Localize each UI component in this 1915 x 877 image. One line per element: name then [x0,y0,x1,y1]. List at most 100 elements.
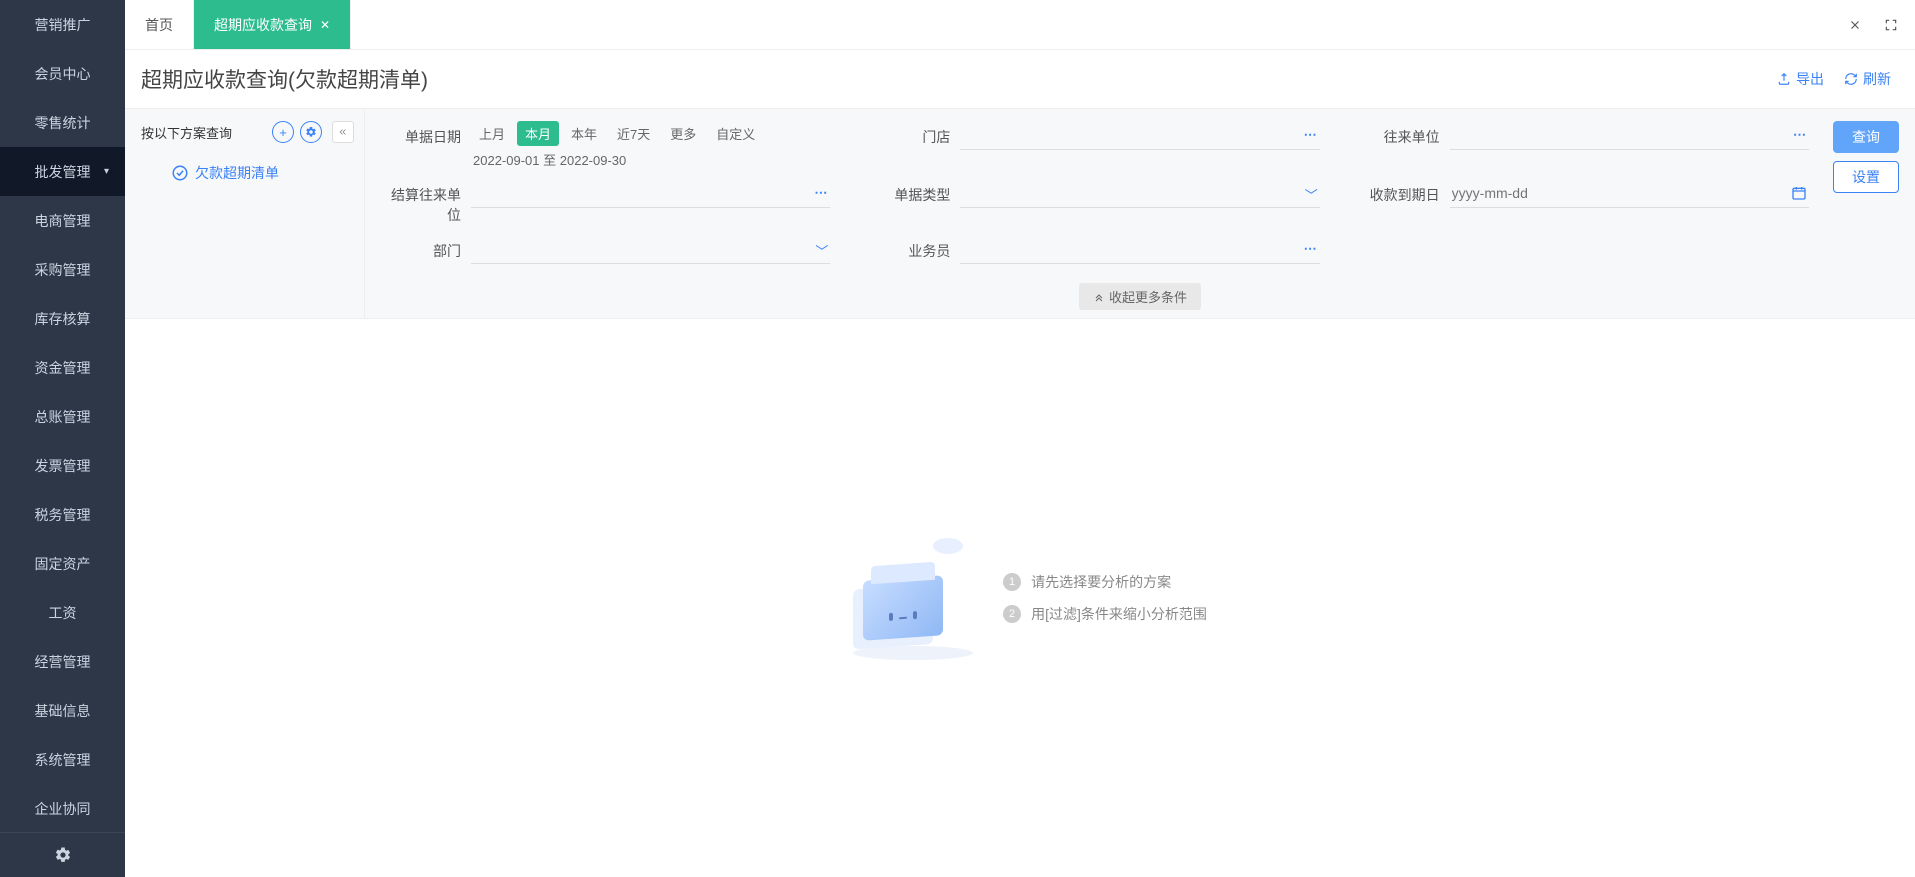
scheme-icon [171,164,189,182]
sidebar-item-enterprise[interactable]: 企业协同 [0,784,125,832]
sidebar-item-purchasing[interactable]: 采购管理 [0,245,125,294]
filter-due-date: 收款到期日 [1360,179,1809,225]
tab-label: 首页 [145,15,173,35]
sidebar-label: 库存核算 [35,309,91,329]
fullscreen-button[interactable] [1877,11,1905,39]
sidebar-label: 固定资产 [35,554,91,574]
date-to: 2022-09-30 [560,153,627,168]
chevron-up-icon [1093,291,1105,303]
sidebar-item-system[interactable]: 系统管理 [0,735,125,784]
sidebar-item-member[interactable]: 会员中心 [0,49,125,98]
sidebar-item-basic-info[interactable]: 基础信息 [0,686,125,735]
more-icon[interactable]: ⋯ [1304,127,1318,143]
scheme-item-label: 欠款超期清单 [195,163,279,183]
refresh-icon [1844,72,1858,86]
filter-area: 按以下方案查询 + 欠款超期清单 [125,108,1915,319]
gear-icon [305,126,317,138]
filter-bill-date: 单据日期 上月 本月 本年 近7天 更多 自定义 2022- [381,121,830,169]
collapse-scheme-button[interactable] [332,121,354,143]
refresh-button[interactable]: 刷新 [1844,69,1891,89]
date-shortcut-custom[interactable]: 自定义 [708,121,763,146]
sidebar-item-wholesale[interactable]: 批发管理▾ [0,147,125,196]
filters-panel: 单据日期 上月 本月 本年 近7天 更多 自定义 2022- [365,109,1915,318]
date-shortcut-last-month[interactable]: 上月 [471,121,513,146]
collapse-more-button[interactable]: 收起更多条件 [1079,283,1201,310]
date-shortcut-this-year[interactable]: 本年 [563,121,605,146]
tab-home[interactable]: 首页 [125,0,194,49]
settle-partner-input[interactable] [471,179,830,208]
filter-label: 往来单位 [1360,121,1450,147]
sidebar-label: 工资 [49,603,77,623]
sidebar-label: 基础信息 [35,701,91,721]
store-input[interactable] [960,121,1319,150]
filter-partner: 往来单位 ⋯ [1360,121,1809,169]
sidebar-label: 批发管理 [35,162,91,182]
partner-input[interactable] [1450,121,1809,150]
date-from: 2022-09-01 [473,153,540,168]
more-icon[interactable]: ⋯ [1793,127,1807,143]
due-date-input[interactable] [1450,179,1809,208]
main-area: 首页 超期应收款查询 ✕ 超期应收款查询(欠款超期清单) 导出 刷新 [125,0,1915,877]
chevron-left-icon [338,127,348,137]
sidebar-item-invoice[interactable]: 发票管理 [0,441,125,490]
close-all-tabs-button[interactable] [1841,11,1869,39]
bill-type-select[interactable] [960,179,1319,208]
step-badge: 2 [1003,605,1021,623]
salesman-input[interactable] [960,235,1319,264]
date-shortcut-more[interactable]: 更多 [662,121,704,146]
sidebar-item-fixed-assets[interactable]: 固定资产 [0,539,125,588]
sidebar-item-finance[interactable]: 资金管理 [0,343,125,392]
step-text: 用[过滤]条件来缩小分析范围 [1031,604,1207,624]
query-button[interactable]: 查询 [1833,121,1899,153]
sidebar-item-retail-stats[interactable]: 零售统计 [0,98,125,147]
chevron-down-icon[interactable]: ﹀ [1305,185,1318,204]
sidebar-label: 零售统计 [35,113,91,133]
filter-label: 部门 [381,235,471,261]
sidebar-item-operations[interactable]: 经营管理 [0,637,125,686]
scheme-item-overdue-list[interactable]: 欠款超期清单 [161,157,354,189]
sidebar-settings-button[interactable] [0,832,125,877]
empty-step-1: 1 请先选择要分析的方案 [1003,572,1207,592]
sidebar-item-tax[interactable]: 税务管理 [0,490,125,539]
add-scheme-button[interactable]: + [272,121,294,143]
tabs-bar: 首页 超期应收款查询 ✕ [125,0,1915,50]
date-shortcut-7days[interactable]: 近7天 [609,121,658,146]
filter-label: 结算往来单位 [381,179,471,225]
calendar-icon[interactable] [1791,185,1807,204]
export-button[interactable]: 导出 [1777,69,1824,89]
tab-overdue-receivables[interactable]: 超期应收款查询 ✕ [194,0,351,49]
empty-state: 1 请先选择要分析的方案 2 用[过滤]条件来缩小分析范围 [833,528,1207,668]
refresh-label: 刷新 [1863,69,1891,89]
date-shortcut-this-month[interactable]: 本月 [517,121,559,146]
step-text: 请先选择要分析的方案 [1031,572,1171,592]
content-area: 1 请先选择要分析的方案 2 用[过滤]条件来缩小分析范围 [125,319,1915,877]
sidebar-label: 企业协同 [35,799,91,819]
sidebar-label: 电商管理 [35,211,91,231]
more-icon[interactable]: ⋯ [1304,241,1318,257]
tab-label: 超期应收款查询 [214,15,312,35]
filter-department: 部门 ﹀ [381,235,830,277]
more-icon[interactable]: ⋯ [814,185,828,201]
sidebar-item-marketing[interactable]: 营销推广 [0,0,125,49]
filter-label: 单据日期 [381,121,471,147]
sidebar-item-payroll[interactable]: 工资 [0,588,125,637]
date-sep: 至 [543,153,556,168]
sidebar-item-ecommerce[interactable]: 电商管理 [0,196,125,245]
sidebar-item-ledger[interactable]: 总账管理 [0,392,125,441]
filter-store: 门店 ⋯ [870,121,1319,169]
filter-label: 单据类型 [870,179,960,205]
sidebar-label: 总账管理 [35,407,91,427]
scheme-settings-button[interactable] [300,121,322,143]
chevron-down-icon[interactable]: ﹀ [815,241,828,260]
sidebar-label: 发票管理 [35,456,91,476]
filter-salesman: 业务员 ⋯ [870,235,1319,277]
sidebar-label: 系统管理 [35,750,91,770]
page-title: 超期应收款查询(欠款超期清单) [141,64,428,94]
scheme-panel: 按以下方案查询 + 欠款超期清单 [125,109,365,318]
empty-step-2: 2 用[过滤]条件来缩小分析范围 [1003,604,1207,624]
settings-button[interactable]: 设置 [1833,161,1899,193]
close-icon[interactable]: ✕ [320,18,330,32]
department-select[interactable] [471,235,830,264]
filter-label: 业务员 [870,235,960,261]
sidebar-item-inventory[interactable]: 库存核算 [0,294,125,343]
